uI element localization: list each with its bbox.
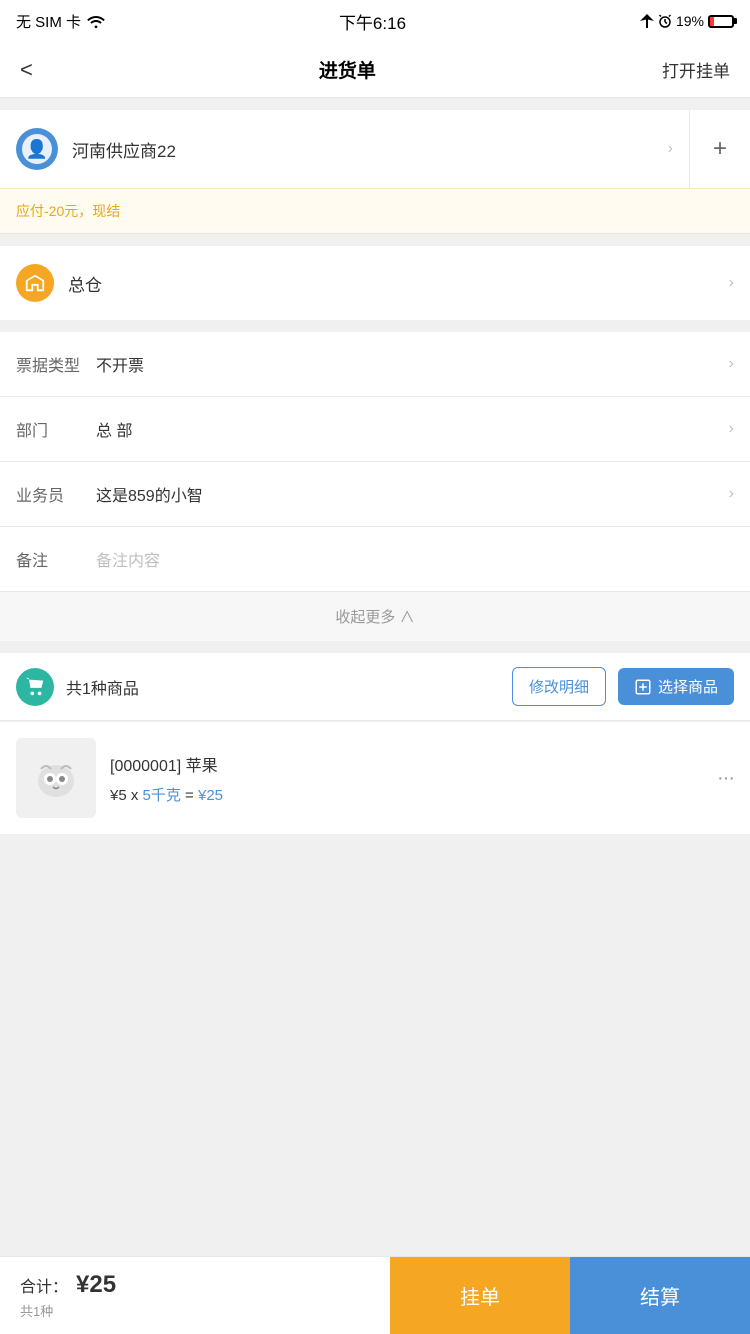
invoice-type-value: 不开票 [96, 352, 729, 376]
settle-button[interactable]: 结算 [570, 1257, 750, 1334]
owl-logo-icon [31, 753, 81, 803]
gap1 [0, 98, 750, 110]
select-product-button[interactable]: 选择商品 [618, 668, 734, 705]
quantity: 5千克 [143, 787, 181, 804]
invoice-type-row[interactable]: 票据类型 不开票 › [0, 332, 750, 396]
invoice-type-chevron-icon: › [729, 355, 734, 373]
supplier-selector[interactable]: 👤 河南供应商22 › [0, 110, 690, 188]
total-count: 共1种 [20, 1301, 370, 1320]
warehouse-icon [24, 272, 46, 294]
product-title: 苹果 [186, 758, 218, 775]
salesperson-chevron-icon: › [729, 485, 734, 503]
person-icon: 👤 [26, 139, 48, 160]
supplier-section: 👤 河南供应商22 › + [0, 110, 750, 188]
page-title: 进货单 [319, 56, 376, 83]
total-price: ¥25 [198, 787, 223, 804]
remark-row[interactable]: 备注 备注内容 [0, 527, 750, 591]
add-icon: + [713, 135, 727, 163]
products-count: 共1种商品 [66, 675, 500, 699]
alarm-icon [658, 14, 672, 28]
supplier-avatar: 👤 [16, 128, 58, 170]
warehouse-row[interactable]: 总仓 › [0, 246, 750, 320]
salesperson-value: 这是859的小智 [96, 482, 729, 506]
supplier-add-button[interactable]: + [690, 117, 750, 181]
bottom-spacer [0, 834, 750, 912]
department-chevron-icon: › [729, 420, 734, 438]
cart-icon [24, 676, 46, 698]
equals: = [181, 787, 198, 804]
total-value: 25 [89, 1271, 116, 1298]
salesperson-row[interactable]: 业务员 这是859的小智 › [0, 462, 750, 526]
product-more-button[interactable]: ··· [717, 767, 734, 790]
department-value: 总 部 [96, 417, 729, 441]
supplier-chevron-icon: › [668, 140, 673, 158]
bottom-bar: 合计： ¥25 共1种 挂单 结算 [0, 1256, 750, 1334]
location-icon [640, 14, 654, 28]
status-bar: 无 SIM 卡 下午6:16 19% [0, 0, 750, 42]
notice-text: 应付-20元，现结 [16, 203, 120, 219]
divider4 [0, 720, 750, 721]
total-section: 合计： ¥25 共1种 [0, 1271, 390, 1320]
carrier-text: 无 SIM 卡 [16, 11, 81, 32]
select-product-label: 选择商品 [658, 676, 718, 697]
product-code: [0000001] [110, 758, 186, 775]
notice-banner: 应付-20元，现结 [0, 188, 750, 234]
products-icon-wrap [16, 668, 54, 706]
warehouse-name: 总仓 [68, 271, 729, 296]
total-label-text: 合计： [20, 1273, 68, 1297]
back-button[interactable]: < [20, 57, 33, 83]
status-right: 19% [640, 13, 734, 29]
select-product-icon [634, 678, 652, 696]
status-left: 无 SIM 卡 [16, 11, 105, 32]
warehouse-icon-wrap [16, 264, 54, 302]
edit-detail-button[interactable]: 修改明细 [512, 667, 606, 706]
supplier-name: 河南供应商22 [72, 137, 668, 162]
product-item: [0000001] 苹果 ¥5 x 5千克 = ¥25 ··· [0, 722, 750, 834]
collapse-button[interactable]: 收起更多 ∧ [0, 591, 750, 641]
nav-bar: < 进货单 打开挂单 [0, 42, 750, 98]
battery-icon [708, 15, 734, 28]
invoice-type-label: 票据类型 [16, 352, 96, 376]
product-thumbnail [16, 738, 96, 818]
collapse-label: 收起更多 ∧ [335, 606, 414, 627]
gap2 [0, 234, 750, 246]
hang-button[interactable]: 挂单 [390, 1257, 570, 1334]
total-amount: ¥25 [76, 1271, 116, 1299]
remark-label: 备注 [16, 547, 96, 571]
total-currency: ¥ [76, 1271, 89, 1298]
product-price: ¥5 x 5千克 = ¥25 [110, 784, 703, 805]
battery-text: 19% [676, 13, 704, 29]
warehouse-chevron-icon: › [729, 274, 734, 292]
unit-price: ¥5 x [110, 787, 143, 804]
products-header: 共1种商品 修改明细 选择商品 [0, 653, 750, 720]
salesperson-label: 业务员 [16, 482, 96, 506]
wifi-icon [87, 14, 105, 28]
status-time: 下午6:16 [339, 9, 406, 34]
remark-placeholder: 备注内容 [96, 547, 734, 571]
gap3 [0, 320, 750, 332]
department-row[interactable]: 部门 总 部 › [0, 397, 750, 461]
department-label: 部门 [16, 417, 96, 441]
product-details: [0000001] 苹果 ¥5 x 5千克 = ¥25 [110, 752, 703, 805]
open-pending-button[interactable]: 打开挂单 [662, 57, 730, 82]
product-name: [0000001] 苹果 [110, 752, 703, 776]
